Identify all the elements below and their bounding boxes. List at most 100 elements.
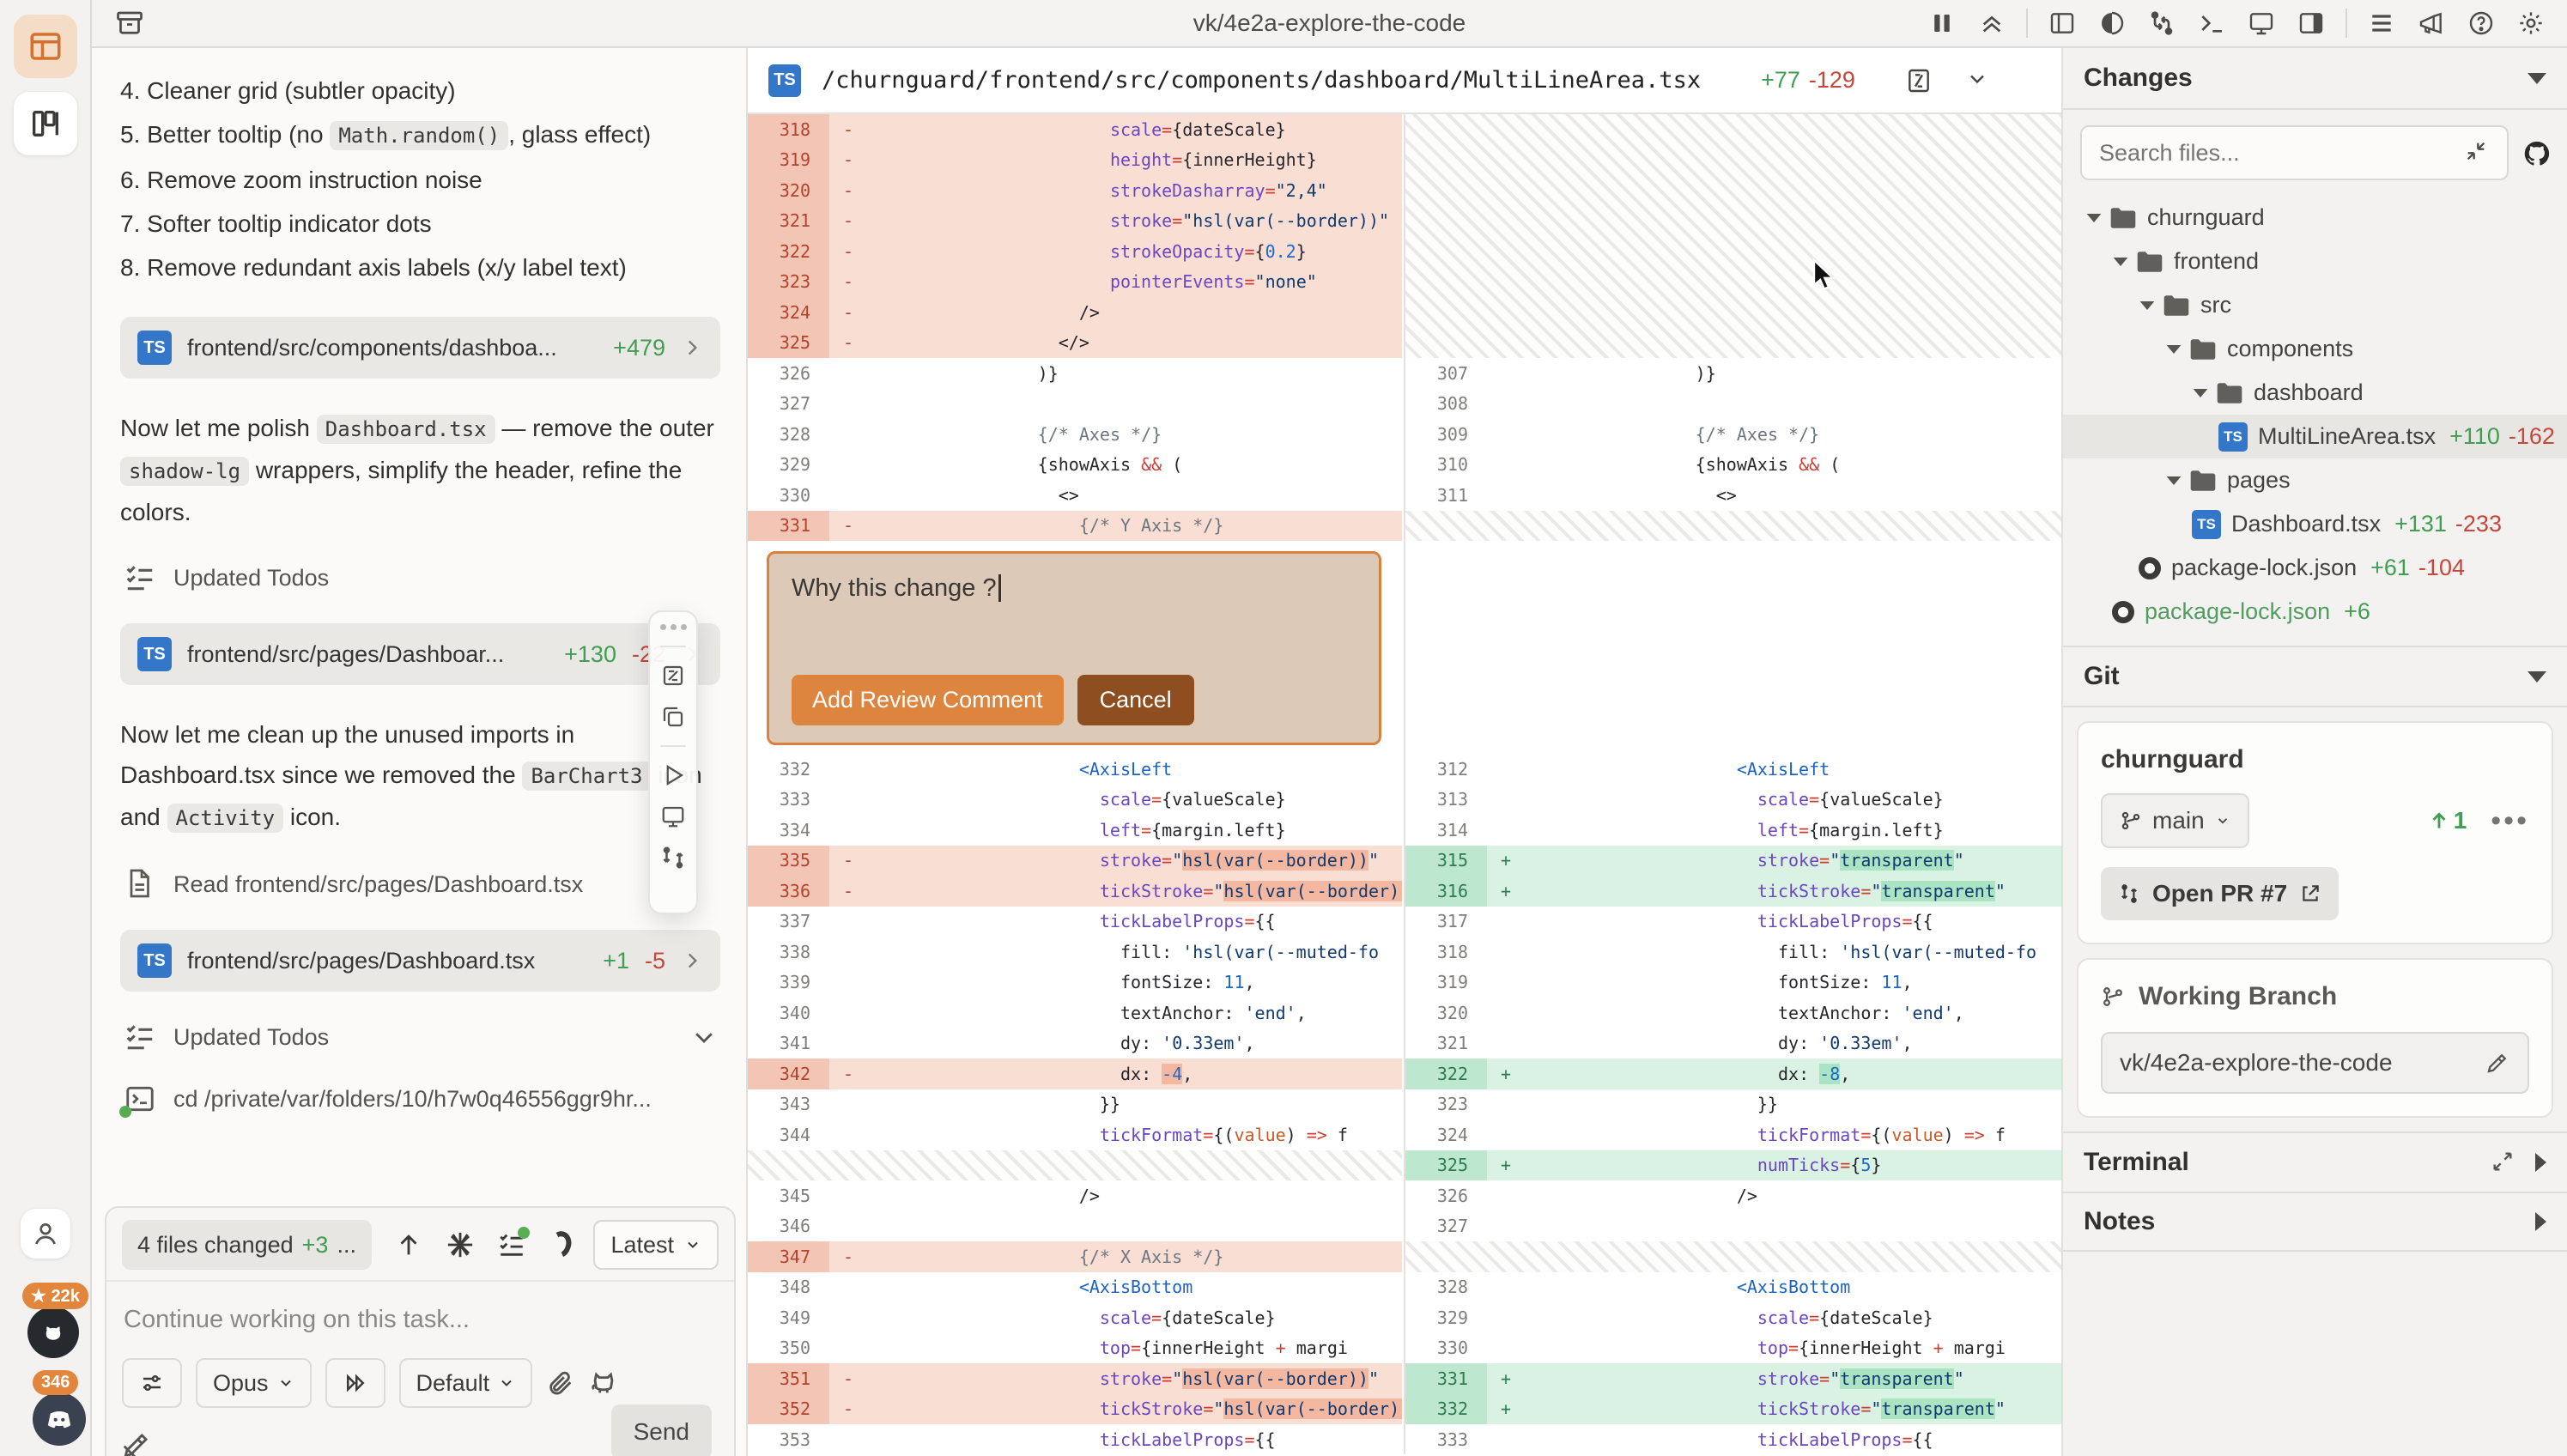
- panel-left-icon[interactable]: [2047, 8, 2078, 39]
- cat-icon[interactable]: [589, 1368, 618, 1398]
- mode-dropdown[interactable]: Default: [399, 1358, 533, 1408]
- display-icon[interactable]: [2246, 8, 2277, 39]
- code-text: dy: '0.33em',: [1530, 1033, 2061, 1053]
- account-button[interactable]: [21, 1209, 70, 1259]
- tree-item-package-lock-json[interactable]: package-lock.json+61-104: [2063, 546, 2567, 590]
- diff-view-icon[interactable]: [1905, 67, 1933, 94]
- github-cat-icon[interactable]: [2522, 139, 2550, 167]
- pen-icon[interactable]: [120, 1429, 153, 1456]
- layout-view-button[interactable]: [14, 15, 77, 78]
- file-change-chip[interactable]: TSfrontend/src/components/dashboa...+479: [120, 317, 720, 379]
- tree-item-package-lock-json[interactable]: package-lock.json+6: [2063, 590, 2567, 634]
- panel-right-icon[interactable]: [2296, 8, 2327, 39]
- git-compare-icon[interactable]: [2146, 8, 2177, 39]
- discord-icon[interactable]: [33, 1392, 86, 1446]
- line-number: 351: [748, 1363, 829, 1394]
- file-label: churnguard: [2147, 204, 2265, 231]
- code-text: }}: [872, 1094, 1402, 1114]
- diff-panel: TS /churnguard/frontend/src/components/d…: [748, 48, 2063, 1456]
- help-icon[interactable]: [2466, 8, 2497, 39]
- line-number: 321: [1405, 1028, 1487, 1059]
- caret-down-icon: [2112, 256, 2129, 268]
- chevron-down-icon[interactable]: [1965, 67, 1993, 94]
- megaphone-icon[interactable]: [2416, 8, 2447, 39]
- latest-dropdown[interactable]: Latest: [593, 1220, 719, 1270]
- cancel-button[interactable]: Cancel: [1077, 675, 1194, 725]
- edit-diff-icon[interactable]: [660, 663, 686, 689]
- files-changed-chip[interactable]: 4 files changed +3...: [122, 1220, 372, 1270]
- tree-item-multilinearea-tsx[interactable]: TSMultiLineArea.tsx+110-162: [2063, 415, 2567, 458]
- diff-line: 309{/* Axes */}: [1405, 419, 2061, 450]
- tool-row[interactable]: Updated Todos: [124, 1021, 717, 1053]
- search-files-input[interactable]: [2097, 139, 2464, 167]
- scroll-up-icon[interactable]: [394, 1230, 423, 1259]
- drag-handle[interactable]: [660, 624, 687, 630]
- tree-item-dashboard-tsx[interactable]: TSDashboard.tsx+131-233: [2063, 502, 2567, 546]
- settings-sliders-button[interactable]: [122, 1358, 182, 1408]
- tree-item-dashboard[interactable]: dashboard: [2063, 371, 2567, 415]
- message-input[interactable]: Continue working on this task...: [106, 1282, 734, 1348]
- push-ahead-count[interactable]: 1: [2428, 807, 2467, 834]
- settings-gear-icon[interactable]: [2515, 8, 2546, 39]
- file-label: pages: [2227, 467, 2291, 494]
- copy-icon[interactable]: [660, 704, 686, 730]
- line-number: 334: [748, 815, 829, 846]
- pause-icon[interactable]: [1927, 8, 1957, 39]
- folder-icon: [2136, 251, 2163, 273]
- open-pr-button[interactable]: Open PR #7: [2101, 867, 2339, 920]
- terminal-section-header[interactable]: Terminal: [2063, 1131, 2567, 1192]
- composer: 4 files changed +3... Latest Continue wo…: [105, 1206, 736, 1456]
- diff-line: 307)}: [1405, 358, 2061, 389]
- terminal-icon[interactable]: [2196, 8, 2227, 39]
- collapse-tree-icon[interactable]: [2464, 139, 2491, 167]
- caret-down-icon: [2165, 475, 2182, 487]
- tool-row[interactable]: Read frontend/src/pages/Dashboard.tsx: [124, 868, 717, 901]
- display-icon[interactable]: [660, 804, 686, 829]
- tree-item-frontend[interactable]: frontend: [2063, 240, 2567, 283]
- branch-dropdown[interactable]: main: [2101, 793, 2249, 848]
- git-compare-icon[interactable]: [660, 845, 686, 871]
- working-branch-field[interactable]: vk/4e2a-explore-the-code: [2101, 1032, 2529, 1094]
- git-section-header[interactable]: Git: [2063, 646, 2567, 707]
- line-number: 317: [1405, 907, 1487, 937]
- more-options-icon[interactable]: •••: [2491, 804, 2529, 838]
- play-icon[interactable]: [660, 762, 686, 788]
- collapse-up-icon[interactable]: [1976, 8, 2007, 39]
- notes-section-header[interactable]: Notes: [2063, 1192, 2567, 1252]
- menu-icon[interactable]: [2366, 8, 2397, 39]
- mouse-cursor: [1812, 258, 1842, 293]
- chevron-right-icon: [681, 949, 703, 972]
- changes-section-header[interactable]: Changes: [2063, 48, 2567, 110]
- model-dropdown[interactable]: Opus: [196, 1358, 312, 1408]
- tree-item-src[interactable]: src: [2063, 283, 2567, 327]
- tree-item-churnguard[interactable]: churnguard: [2063, 196, 2567, 240]
- tool-row[interactable]: cd /private/var/folders/10/h7w0q46556ggr…: [124, 1083, 717, 1115]
- file-change-chip[interactable]: TSfrontend/src/pages/Dashboar...+130-22: [120, 623, 720, 685]
- line-number: 308: [1405, 389, 1487, 420]
- attach-paperclip-icon[interactable]: [546, 1368, 575, 1398]
- file-change-chip[interactable]: TSfrontend/src/pages/Dashboard.tsx+1-5: [120, 930, 720, 992]
- github-octocat-icon[interactable]: [27, 1307, 79, 1358]
- burst-icon[interactable]: [446, 1230, 475, 1259]
- ts-file-icon: TS: [768, 64, 801, 97]
- send-button[interactable]: Send: [611, 1404, 712, 1456]
- code-text: <AxisLeft: [872, 759, 1402, 780]
- add-review-comment-button[interactable]: Add Review Comment: [792, 675, 1064, 725]
- code-text: textAnchor: 'end',: [872, 1003, 1402, 1023]
- comment-input[interactable]: Why this change ?: [792, 574, 1356, 603]
- diff-sign: -: [829, 1368, 872, 1389]
- diff-pane-old: 318-scale={dateScale}319-height={innerHe…: [748, 114, 1402, 1454]
- search-files-box[interactable]: [2080, 125, 2509, 180]
- board-view-button[interactable]: [14, 92, 77, 155]
- diff-line: 319fontSize: 11,: [1405, 968, 2061, 998]
- code-text: stroke="hsl(var(--border))": [872, 210, 1402, 231]
- tree-item-pages[interactable]: pages: [2063, 458, 2567, 502]
- expand-icon[interactable]: [2491, 1150, 2516, 1175]
- code-text: <>: [1530, 485, 2061, 506]
- theme-icon[interactable]: [2097, 8, 2127, 39]
- fast-forward-button[interactable]: [325, 1358, 385, 1408]
- tree-item-components[interactable]: components: [2063, 327, 2567, 371]
- tool-row[interactable]: Updated Todos: [124, 561, 717, 594]
- chevron-down-icon[interactable]: [691, 1024, 717, 1050]
- todos-icon[interactable]: [497, 1230, 526, 1259]
